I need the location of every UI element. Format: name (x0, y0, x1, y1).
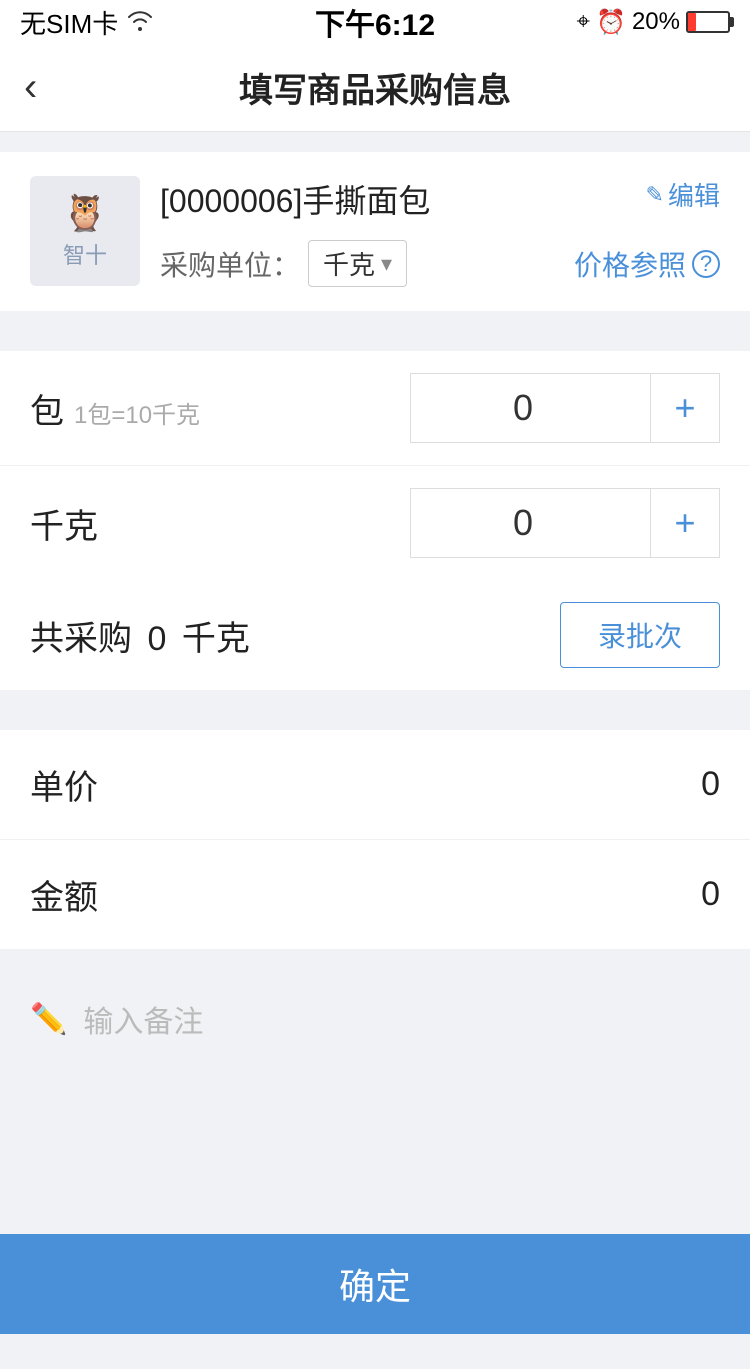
notes-section[interactable]: ✏️ 输入备注 (0, 969, 750, 1069)
kg-input-group[interactable]: + (410, 488, 720, 558)
pencil-icon: ✏️ (30, 1002, 67, 1037)
bag-label-group: 包 1包=10千克 (30, 384, 200, 433)
kg-label-text: 千克 (30, 499, 98, 548)
status-bar: 无SIM卡 下午6:12 ⌖ ⏰ 20% (0, 0, 750, 44)
price-section: 单价 0 金额 0 (0, 730, 750, 949)
back-button[interactable]: ‹ (24, 65, 37, 110)
bag-plus-button[interactable]: + (650, 373, 720, 443)
section-divider-1 (0, 311, 750, 331)
status-right: ⌖ ⏰ 20% (577, 8, 730, 37)
status-left: 无SIM卡 (20, 4, 154, 41)
amount-value: 0 (701, 875, 720, 914)
unit-select-dropdown[interactable]: 千克 ▾ (308, 240, 407, 287)
notes-placeholder: 输入备注 (83, 997, 203, 1041)
product-info: [0000006]手撕面包 ✎ 编辑 采购单位： 千克 ▾ 价格参照 ? (160, 176, 720, 287)
bag-sub-label: 1包=10千克 (74, 395, 200, 430)
selected-unit-text: 千克 (323, 245, 375, 282)
nav-bar: ‹ 填写商品采购信息 (0, 44, 750, 132)
help-circle-icon: ? (692, 250, 720, 278)
product-name: [0000006]手撕面包 (160, 176, 430, 222)
battery-percent: 20% (632, 8, 680, 36)
alarm-icon: ⏰ (596, 8, 626, 37)
bag-input-row: 包 1包=10千克 + (0, 351, 750, 466)
bag-quantity-input[interactable] (410, 373, 650, 443)
product-name-row: [0000006]手撕面包 ✎ 编辑 (160, 176, 720, 222)
total-row: 共采购 0 千克 录批次 (0, 580, 750, 690)
unit-price-value: 0 (701, 765, 720, 804)
edit-icon: ✎ (646, 182, 664, 208)
price-reference-button[interactable]: 价格参照 ? (574, 244, 720, 284)
location-icon: ⌖ (577, 8, 591, 36)
edit-label: 编辑 (668, 176, 720, 213)
signal-text: 无SIM卡 (20, 4, 118, 41)
purchase-unit-row: 采购单位： 千克 ▾ 价格参照 ? (160, 240, 720, 287)
batch-record-button[interactable]: 录批次 (560, 602, 720, 668)
quantity-section: 包 1包=10千克 + 千克 + (0, 351, 750, 580)
kg-plus-button[interactable]: + (650, 488, 720, 558)
bag-label: 包 (30, 384, 64, 433)
confirm-button-wrap: 确定 (0, 1234, 750, 1334)
purchase-unit-label: 采购单位： (160, 244, 300, 284)
unit-price-row: 单价 0 (0, 730, 750, 840)
unit-price-label: 单价 (30, 760, 98, 809)
total-amount: 0 (147, 620, 166, 658)
page-title: 填写商品采购信息 (239, 63, 511, 112)
kg-input-row: 千克 + (0, 466, 750, 580)
wifi-icon (126, 7, 154, 38)
top-divider (0, 132, 750, 152)
total-label: 共采购 0 千克 (30, 611, 250, 660)
product-card: 🦉 智十 [0000006]手撕面包 ✎ 编辑 采购单位： 千克 ▾ 价格参照 … (0, 152, 750, 311)
amount-row: 金额 0 (0, 840, 750, 949)
total-prefix: 共采购 (30, 620, 132, 658)
edit-button[interactable]: ✎ 编辑 (646, 176, 720, 213)
battery-icon (686, 11, 730, 33)
bag-input-group[interactable]: + (410, 373, 720, 443)
amount-label: 金额 (30, 870, 98, 919)
kg-quantity-input[interactable] (410, 488, 650, 558)
dropdown-arrow-icon: ▾ (381, 251, 392, 277)
price-ref-label: 价格参照 (574, 244, 686, 284)
unit-selector-group: 采购单位： 千克 ▾ (160, 240, 407, 287)
section-divider-2 (0, 690, 750, 710)
confirm-button[interactable]: 确定 (0, 1234, 750, 1334)
kg-label: 千克 (30, 499, 98, 548)
product-logo-icon: 🦉 (63, 192, 108, 234)
product-logo-text: 智十 (63, 238, 107, 270)
product-thumbnail: 🦉 智十 (30, 176, 140, 286)
status-time: 下午6:12 (315, 0, 435, 44)
total-unit: 千克 (182, 620, 250, 658)
